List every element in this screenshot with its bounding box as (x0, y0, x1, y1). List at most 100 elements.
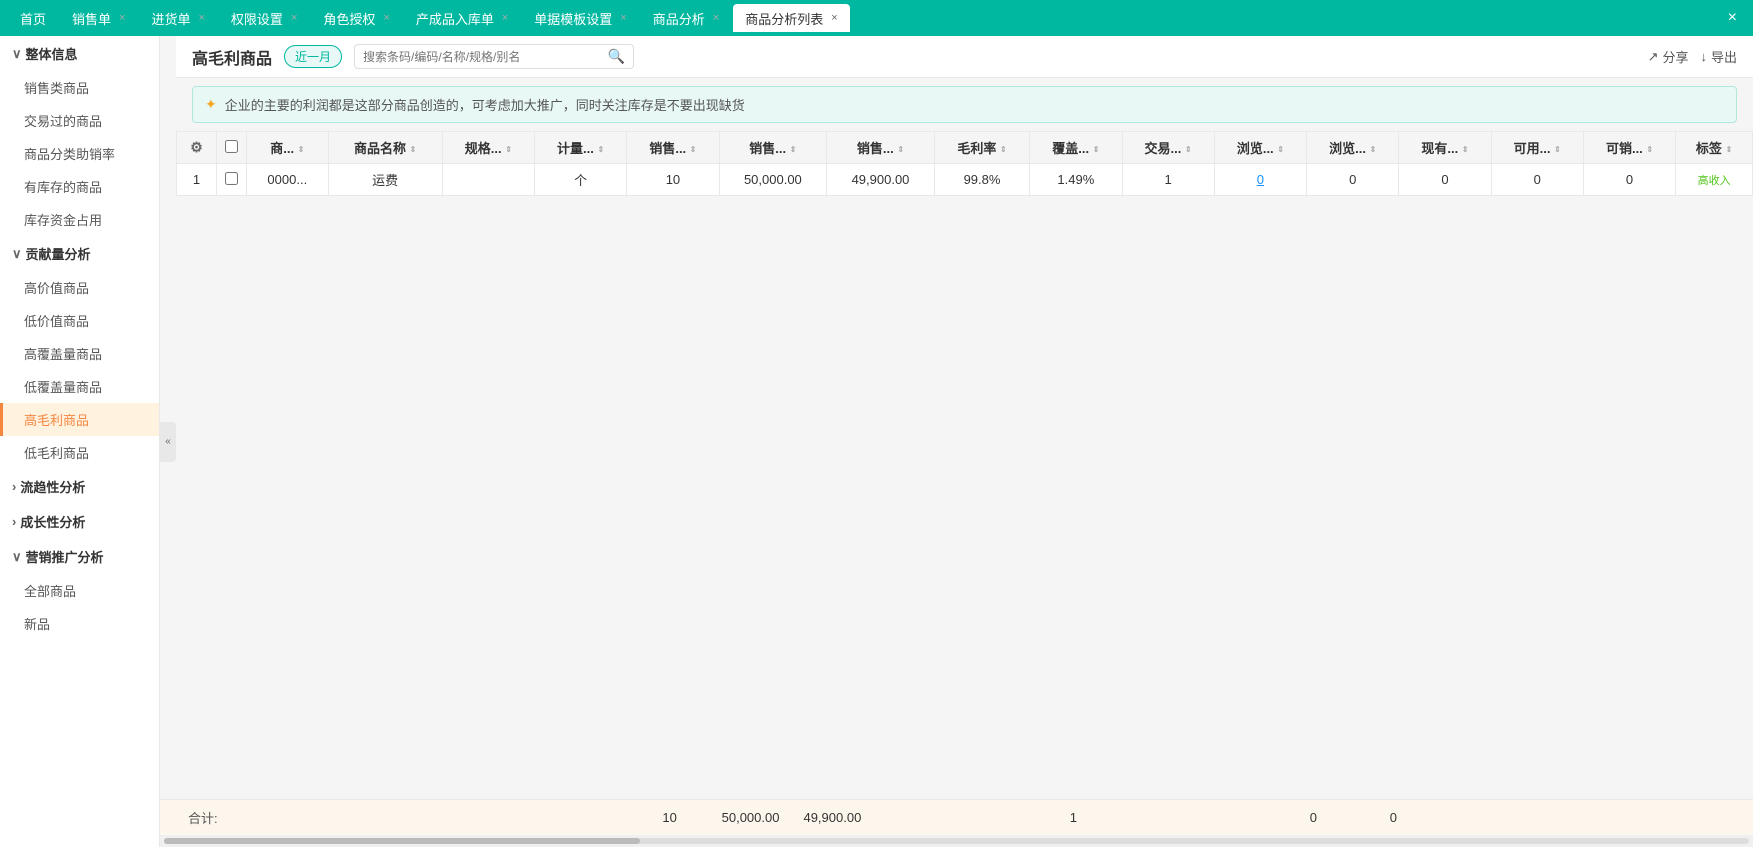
sidebar-group-marketing[interactable]: ∨ 营销推广分析 (0, 539, 159, 574)
group-arrow-icon: › (12, 479, 16, 494)
horizontal-scrollbar[interactable] (160, 835, 1753, 847)
sidebar-item-high-value[interactable]: 高价值商品 (0, 271, 159, 304)
cell-sales-amount: 50,000.00 (719, 164, 827, 196)
col-header-stock[interactable]: 现有... ⇕ (1399, 132, 1491, 164)
group-arrow-icon: ∨ (12, 246, 22, 262)
table-row: 1 0000... 运费 个 10 50,000.00 49,900.00 99… (177, 164, 1753, 196)
content-header: 高毛利商品 近一月 🔍 ↗ 分享 ↓ 导出 (176, 36, 1753, 78)
sort-icon: ⇕ (1093, 145, 1100, 154)
close-tab-icon[interactable]: × (198, 12, 204, 24)
home-tab[interactable]: 首页 (8, 9, 58, 28)
cell-sales-cost: 49,900.00 (827, 164, 935, 196)
sidebar-group-trend[interactable]: › 流趋性分析 (0, 469, 159, 504)
sidebar-group-growth[interactable]: › 成长性分析 (0, 504, 159, 539)
sort-icon: ⇕ (298, 145, 305, 154)
cell-check (217, 164, 247, 196)
sidebar-item-category-sales-rate[interactable]: 商品分类助销率 (0, 137, 159, 170)
sidebar-item-high-margin[interactable]: 高毛利商品 (0, 403, 159, 436)
scrollbar-thumb[interactable] (164, 838, 640, 844)
tab-product-analysis-list[interactable]: 商品分析列表 × (733, 4, 849, 32)
sidebar-item-all-goods[interactable]: 全部商品 (0, 574, 159, 607)
sidebar-item-low-coverage[interactable]: 低覆盖量商品 (0, 370, 159, 403)
col-header-sellable[interactable]: 可销... ⇕ (1583, 132, 1675, 164)
row-checkbox[interactable] (225, 172, 238, 185)
col-header-browse1[interactable]: 浏览... ⇕ (1214, 132, 1306, 164)
cell-coverage: 1.49% (1030, 164, 1122, 196)
sort-icon: ⇕ (598, 145, 605, 154)
sidebar-group-contribution[interactable]: ∨ 贡献量分析 (0, 236, 159, 271)
cell-stock: 0 (1399, 164, 1491, 196)
col-header-code[interactable]: 商... ⇕ (247, 132, 329, 164)
col-header-sales-cost[interactable]: 销售... ⇕ (827, 132, 935, 164)
tab-permission-settings[interactable]: 权限设置 × (219, 4, 309, 32)
col-header-sales-qty[interactable]: 销售... ⇕ (627, 132, 719, 164)
sidebar-collapse-button[interactable]: « (160, 422, 176, 462)
sidebar-item-high-coverage[interactable]: 高覆盖量商品 (0, 337, 159, 370)
footer-stock: 0 (1273, 810, 1353, 825)
cell-trade: 1 (1122, 164, 1214, 196)
top-navigation: 首页 销售单 × 进货单 × 权限设置 × 角色授权 × 产成品入库单 × 单据… (0, 0, 1753, 36)
cell-gross-rate: 99.8% (934, 164, 1029, 196)
close-tab-icon[interactable]: × (119, 12, 125, 24)
scrollbar-track (164, 838, 1749, 844)
table-container: ⚙ 商... ⇕ 商品名称 ⇕ (176, 131, 1753, 799)
sort-icon: ⇕ (1726, 145, 1733, 154)
sort-icon: ⇕ (690, 145, 697, 154)
col-header-tag[interactable]: 标签 ⇕ (1676, 132, 1753, 164)
cell-tag: 高收入 (1676, 164, 1753, 196)
col-header-trade[interactable]: 交易... ⇕ (1122, 132, 1214, 164)
share-button[interactable]: ↗ 分享 (1648, 47, 1689, 66)
sidebar-item-low-value[interactable]: 低价值商品 (0, 304, 159, 337)
sort-icon: ⇕ (1646, 145, 1653, 154)
col-header-available[interactable]: 可用... ⇕ (1491, 132, 1583, 164)
col-header-name[interactable]: 商品名称 ⇕ (328, 132, 442, 164)
close-tab-icon[interactable]: × (383, 12, 389, 24)
col-header-sales-amount[interactable]: 销售... ⇕ (719, 132, 827, 164)
group-arrow-icon: ∨ (12, 549, 22, 565)
search-input[interactable] (363, 50, 602, 64)
col-header-gross-rate[interactable]: 毛利率 ⇕ (934, 132, 1029, 164)
sort-icon: ⇕ (505, 145, 512, 154)
close-tab-icon[interactable]: × (291, 12, 297, 24)
select-all-checkbox[interactable] (225, 140, 238, 153)
date-filter-button[interactable]: 近一月 (284, 45, 342, 68)
footer-sales-cost: 49,900.00 (791, 810, 873, 825)
col-header-spec[interactable]: 规格... ⇕ (442, 132, 534, 164)
cell-num: 1 (177, 164, 217, 196)
col-header-coverage[interactable]: 覆盖... ⇕ (1030, 132, 1122, 164)
close-tab-icon[interactable]: × (502, 12, 508, 24)
search-icon[interactable]: 🔍 (608, 48, 625, 65)
tab-sales-order[interactable]: 销售单 × (60, 4, 137, 32)
sidebar-item-traded-goods[interactable]: 交易过的商品 (0, 104, 159, 137)
info-banner: ✦ 企业的主要的利润都是这部分商品创造的，可考虑加大推广，同时关注库存是不要出现… (192, 86, 1737, 123)
close-tab-icon[interactable]: × (620, 12, 626, 24)
footer-label: 合计: (176, 808, 230, 827)
sidebar-item-in-stock-goods[interactable]: 有库存的商品 (0, 170, 159, 203)
sort-icon: ⇕ (790, 145, 797, 154)
sidebar-item-stock-capital[interactable]: 库存资金占用 (0, 203, 159, 236)
tab-template-settings[interactable]: 单据模板设置 × (522, 4, 638, 32)
col-header-unit[interactable]: 计量... ⇕ (535, 132, 627, 164)
col-header-browse2[interactable]: 浏览... ⇕ (1307, 132, 1399, 164)
close-tab-icon[interactable]: × (713, 12, 719, 24)
sort-icon: ⇕ (410, 145, 417, 154)
tab-purchase-order[interactable]: 进货单 × (139, 4, 216, 32)
col-header-gear[interactable]: ⚙ (177, 132, 217, 164)
sidebar-item-new-goods[interactable]: 新品 (0, 607, 159, 640)
window-close-button[interactable]: × (1720, 9, 1745, 27)
sidebar-group-overall[interactable]: ∨ 整体信息 (0, 36, 159, 71)
cell-browse1[interactable]: 0 (1214, 164, 1306, 196)
tab-product-analysis[interactable]: 商品分析 × (641, 4, 731, 32)
export-button[interactable]: ↓ 导出 (1700, 47, 1737, 66)
sort-icon: ⇕ (897, 145, 904, 154)
close-tab-icon[interactable]: × (831, 12, 837, 24)
sidebar: ∨ 整体信息 销售类商品 交易过的商品 商品分类助销率 有库存的商品 库存资金占… (0, 36, 160, 847)
sidebar-item-sales-goods[interactable]: 销售类商品 (0, 71, 159, 104)
sort-icon: ⇕ (1000, 145, 1007, 154)
sidebar-item-low-margin[interactable]: 低毛利商品 (0, 436, 159, 469)
search-box: 🔍 (354, 44, 634, 69)
footer-totals: 合计: 10 50,000.00 49,900.00 1 0 0 (160, 799, 1753, 835)
tab-role-auth[interactable]: 角色授权 × (311, 4, 401, 32)
tab-product-inbound[interactable]: 产成品入库单 × (404, 4, 520, 32)
group-arrow-icon: ∨ (12, 46, 22, 62)
